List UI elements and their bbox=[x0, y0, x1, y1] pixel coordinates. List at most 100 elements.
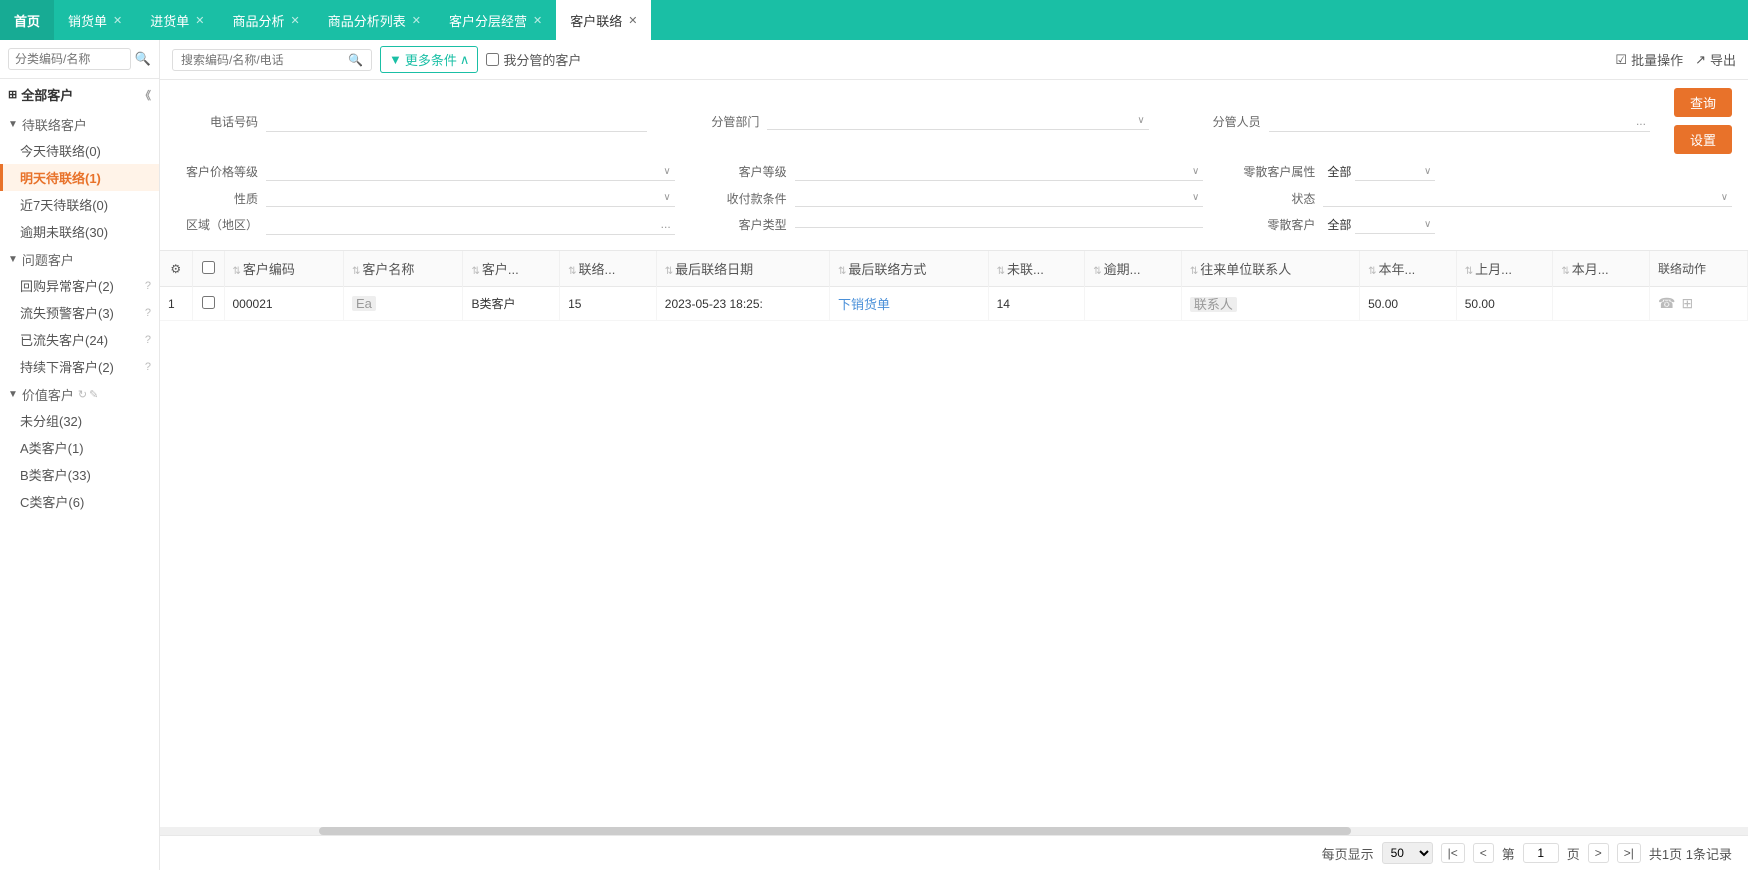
content-area: 🔍 ▼ 更多条件 ∧ 我分管的客户 ☑ 批量操作 ↗ 导出 bbox=[160, 40, 1748, 870]
page-suffix: 页 bbox=[1567, 844, 1580, 863]
retail-attribute-select[interactable]: ∨ bbox=[1355, 163, 1435, 181]
my-customers-checkbox-area[interactable]: 我分管的客户 bbox=[486, 50, 581, 69]
sidebar-item-week[interactable]: 近7天待联络(0) bbox=[0, 191, 159, 218]
ellipsis-icon-2: ... bbox=[661, 217, 671, 231]
retail-customer-select[interactable]: ∨ bbox=[1355, 216, 1435, 234]
phone-field: 电话号码 bbox=[176, 111, 647, 132]
close-purchase-icon[interactable]: ✕ bbox=[195, 14, 204, 27]
chevron-down-icon: ∨ bbox=[1137, 115, 1144, 126]
prev-page-button[interactable]: < bbox=[1473, 843, 1494, 863]
cell-checkbox[interactable] bbox=[192, 287, 224, 321]
sidebar-item-ungrouped[interactable]: 未分组(32) bbox=[0, 407, 159, 434]
first-page-button[interactable]: |< bbox=[1441, 843, 1465, 863]
close-goods-analysis-list-icon[interactable]: ✕ bbox=[412, 14, 421, 27]
nav-customer-tier[interactable]: 客户分层经营 ✕ bbox=[435, 0, 556, 40]
filter-row-4: 区域（地区） ... 客户类型 零散客户 全部 bbox=[176, 213, 1732, 236]
my-customers-checkbox[interactable] bbox=[486, 53, 499, 66]
export-button[interactable]: ↗ 导出 bbox=[1695, 50, 1736, 69]
collapse-icon[interactable]: 《 bbox=[140, 87, 151, 103]
manager-field: 分管人员 ... bbox=[1179, 111, 1650, 132]
nav-home[interactable]: 首页 bbox=[0, 0, 54, 40]
arrow-down-icon: ▼ bbox=[8, 119, 18, 130]
sidebar-item-churned[interactable]: 已流失客户(24) ? bbox=[0, 326, 159, 353]
status-field: 状态 ∨ bbox=[1233, 189, 1732, 207]
payment-terms-select[interactable]: ∨ bbox=[795, 189, 1204, 207]
department-label: 分管部门 bbox=[677, 113, 767, 130]
retail-customer-value: 全部 bbox=[1323, 213, 1355, 236]
next-page-button[interactable]: > bbox=[1588, 843, 1609, 863]
batch-op-button[interactable]: ☑ 批量操作 bbox=[1615, 50, 1683, 69]
close-goods-analysis-icon[interactable]: ✕ bbox=[291, 14, 300, 27]
sidebar: 🔍 ⊞ 全部客户 《 ▼ 待联络客户 今天待联络(0) 明天待联络(1) 近7天… bbox=[0, 40, 160, 870]
grid-action-icon[interactable]: ⊞ bbox=[1681, 295, 1693, 312]
sidebar-item-today[interactable]: 今天待联络(0) bbox=[0, 137, 159, 164]
phone-input[interactable] bbox=[266, 111, 647, 132]
sidebar-item-tomorrow[interactable]: 明天待联络(1) bbox=[0, 164, 159, 191]
more-conditions-button[interactable]: ▼ 更多条件 ∧ bbox=[380, 46, 478, 73]
sidebar-group-value[interactable]: ▼ 价值客户 ↻ ✎ bbox=[0, 380, 159, 407]
customer-price-level-select[interactable]: ∨ bbox=[266, 163, 675, 181]
help-icon-3[interactable]: ? bbox=[145, 334, 151, 346]
nav-goods-analysis-list[interactable]: 商品分析列表 ✕ bbox=[314, 0, 435, 40]
sidebar-search-input[interactable] bbox=[8, 48, 131, 70]
sidebar-group-pending-contact[interactable]: ▼ 待联络客户 bbox=[0, 110, 159, 137]
department-select[interactable]: ∨ bbox=[767, 112, 1148, 130]
all-customers-header[interactable]: ⊞ 全部客户 《 bbox=[0, 79, 159, 110]
sort-icon-method: ⇅ bbox=[838, 266, 846, 277]
nature-select[interactable]: ∨ bbox=[266, 189, 675, 207]
region-select[interactable]: ... bbox=[266, 214, 675, 235]
sidebar-item-overdue[interactable]: 逾期未联络(30) bbox=[0, 218, 159, 245]
help-icon-4[interactable]: ? bbox=[145, 361, 151, 373]
customer-price-level-label: 客户价格等级 bbox=[176, 163, 266, 180]
nav-customer-contact[interactable]: 客户联络 ✕ bbox=[556, 0, 651, 40]
refresh-icon[interactable]: ↻ bbox=[78, 388, 87, 401]
nav-goods-analysis[interactable]: 商品分析 ✕ bbox=[218, 0, 313, 40]
last-page-button[interactable]: >| bbox=[1617, 843, 1641, 863]
select-all-checkbox[interactable] bbox=[202, 261, 215, 274]
customer-level-field: 客户等级 ∨ bbox=[705, 163, 1204, 181]
query-button[interactable]: 查询 bbox=[1674, 88, 1732, 117]
nav-purchase[interactable]: 进货单 ✕ bbox=[136, 0, 218, 40]
col-settings[interactable]: ⚙ bbox=[160, 251, 192, 287]
horizontal-scrollbar[interactable] bbox=[160, 827, 1748, 835]
customer-level-select[interactable]: ∨ bbox=[795, 163, 1204, 181]
filter-search-input[interactable] bbox=[181, 53, 348, 67]
nav-sales[interactable]: 销货单 ✕ bbox=[54, 0, 136, 40]
edit-icon[interactable]: ✎ bbox=[89, 388, 98, 401]
scrollbar-thumb[interactable] bbox=[319, 827, 1351, 835]
row-checkbox[interactable] bbox=[202, 296, 215, 309]
cell-contact-person: 联系人 bbox=[1181, 287, 1359, 321]
col-customer-code: ⇅客户编码 bbox=[224, 251, 343, 287]
sidebar-item-churn-warning[interactable]: 流失预警客户(3) ? bbox=[0, 299, 159, 326]
sidebar-item-class-b[interactable]: B类客户(33) bbox=[0, 461, 159, 488]
help-icon-1[interactable]: ? bbox=[145, 280, 151, 292]
close-customer-tier-icon[interactable]: ✕ bbox=[533, 14, 542, 27]
page-label: 第 bbox=[1502, 844, 1515, 863]
sidebar-item-declining[interactable]: 持续下滑客户(2) ? bbox=[0, 353, 159, 380]
col-customer-type: ⇅客户... bbox=[463, 251, 560, 287]
customer-type-select[interactable] bbox=[795, 221, 1204, 228]
manager-select[interactable]: ... bbox=[1269, 111, 1650, 132]
page-number-input[interactable] bbox=[1523, 843, 1559, 863]
sidebar-search-icon[interactable]: 🔍 bbox=[135, 51, 151, 67]
col-this-year: ⇅本年... bbox=[1360, 251, 1457, 287]
retail-customer-field: 零散客户 全部 ∨ bbox=[1233, 213, 1732, 236]
close-sales-icon[interactable]: ✕ bbox=[113, 14, 122, 27]
search-icon[interactable]: 🔍 bbox=[348, 53, 363, 67]
page-size-select[interactable]: 50 100 200 bbox=[1382, 842, 1433, 864]
col-checkbox[interactable] bbox=[192, 251, 224, 287]
sidebar-item-class-c[interactable]: C类客户(6) bbox=[0, 488, 159, 515]
phone-action-icon[interactable]: ☎ bbox=[1658, 295, 1675, 312]
sidebar-group-problem[interactable]: ▼ 问题客户 bbox=[0, 245, 159, 272]
status-select[interactable]: ∨ bbox=[1323, 189, 1732, 207]
sidebar-item-class-a[interactable]: A类客户(1) bbox=[0, 434, 159, 461]
col-contact-count: ⇅联络... bbox=[560, 251, 657, 287]
col-contact-person: ⇅往来单位联系人 bbox=[1181, 251, 1359, 287]
cell-action: ☎ ⊞ bbox=[1650, 287, 1748, 321]
close-customer-contact-icon[interactable]: ✕ bbox=[628, 14, 637, 27]
top-nav: 首页 销货单 ✕ 进货单 ✕ 商品分析 ✕ 商品分析列表 ✕ 客户分层经营 ✕ … bbox=[0, 0, 1748, 40]
settings-button[interactable]: 设置 bbox=[1674, 125, 1732, 154]
help-icon-2[interactable]: ? bbox=[145, 307, 151, 319]
sidebar-item-repurchase[interactable]: 回购异常客户(2) ? bbox=[0, 272, 159, 299]
contact-method-link[interactable]: 下销货单 bbox=[838, 297, 890, 312]
